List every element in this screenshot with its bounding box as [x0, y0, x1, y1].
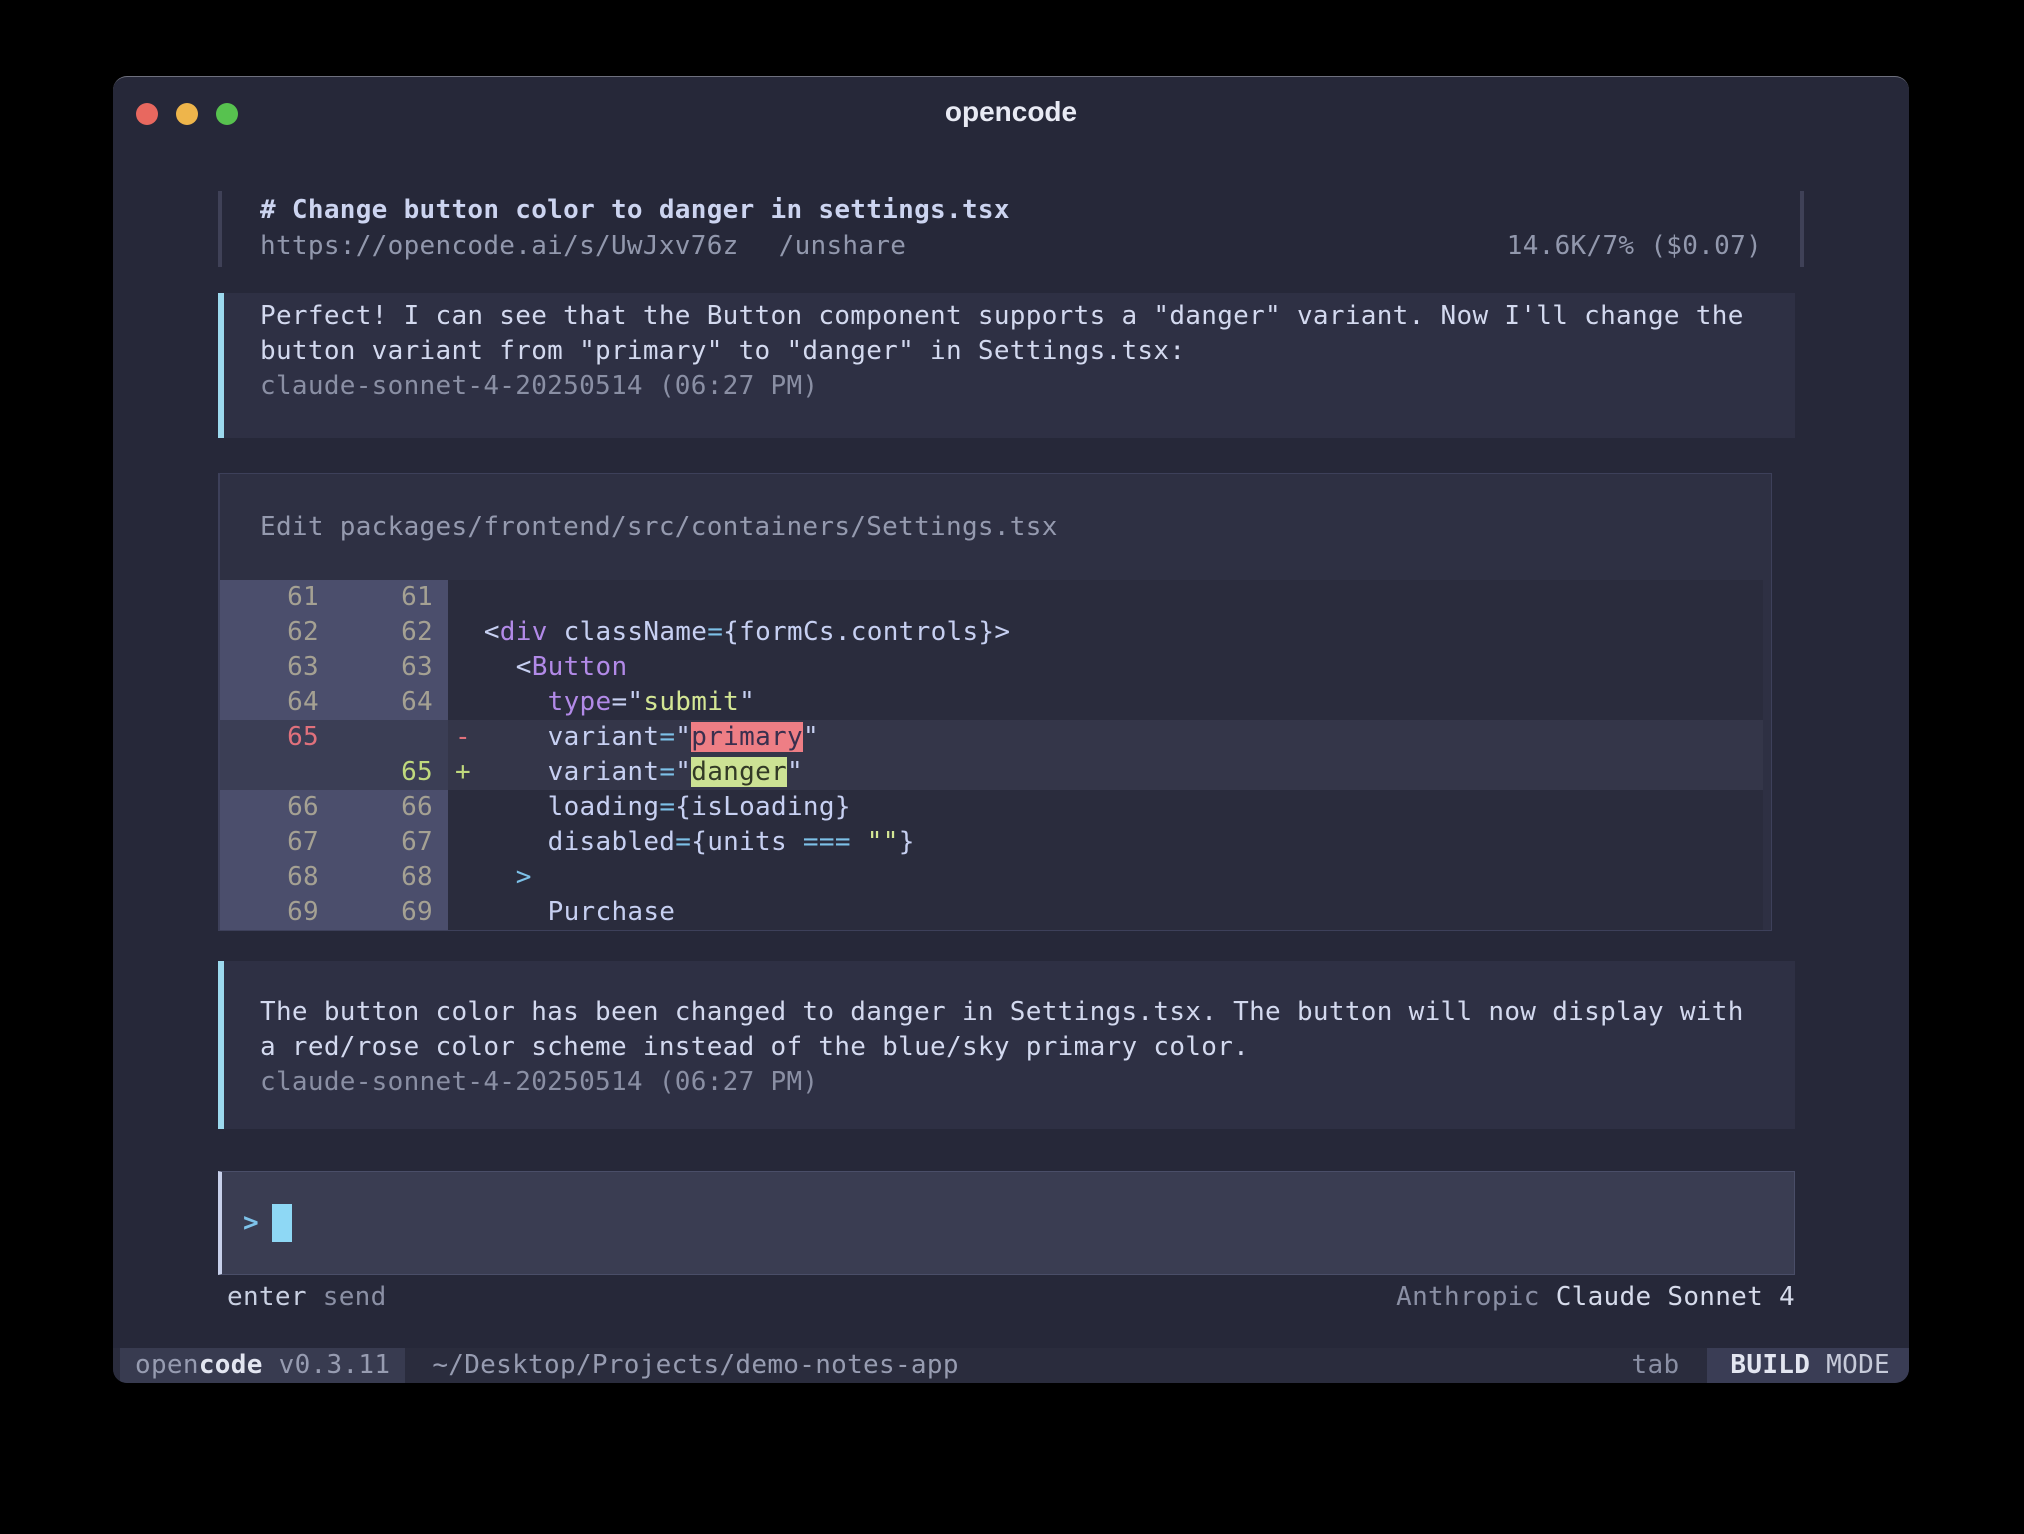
model-provider: Anthropic: [1396, 1282, 1540, 1312]
old-line-number: 63: [220, 650, 334, 685]
session-subheader: https://opencode.ai/s/UwJxv76z /unshare …: [260, 228, 1762, 265]
old-line-number: 69: [220, 895, 334, 930]
diff-row: 6161: [220, 580, 1763, 615]
diff-row: 6969 Purchase: [220, 895, 1763, 930]
old-line-number: [220, 755, 334, 790]
context-usage: 14.6K/7% ($0.07): [1507, 228, 1762, 265]
desktop-background: opencode # Change button color to danger…: [0, 0, 2024, 1534]
app-name-prefix: open: [135, 1350, 199, 1380]
agent-mode-chip[interactable]: BUILD MODE: [1707, 1348, 1909, 1383]
edit-tool-header: Edit packages/frontend/src/containers/Se…: [220, 474, 1771, 540]
diff-marker: -: [455, 720, 475, 755]
code-line: variant="primary": [420, 720, 819, 755]
code-line: disabled={units === ""}: [420, 825, 915, 860]
diff-row: 6464 type="submit": [220, 685, 1763, 720]
code-line: variant="danger": [420, 755, 803, 790]
code-line: Purchase: [420, 895, 675, 930]
diff-row: 6262 <div className={formCs.controls}>: [220, 615, 1763, 650]
diff-row: 6868 >: [220, 860, 1763, 895]
status-bar: opencode v0.3.11 ~/Desktop/Projects/demo…: [113, 1348, 1909, 1383]
diff-row: 65 - variant="primary": [220, 720, 1763, 755]
diff-row: 65+ variant="danger": [220, 755, 1763, 790]
model-name: Claude Sonnet 4: [1556, 1282, 1795, 1312]
diff-row: 6767 disabled={units === ""}: [220, 825, 1763, 860]
message-meta: claude-sonnet-4-20250514 (06:27 PM): [260, 1065, 1795, 1100]
zoom-window-button[interactable]: [216, 103, 238, 125]
diff-view: 61616262 <div className={formCs.controls…: [220, 580, 1763, 930]
message-meta: claude-sonnet-4-20250514 (06:27 PM): [260, 369, 1795, 404]
minimize-window-button[interactable]: [176, 103, 198, 125]
old-line-number: 64: [220, 685, 334, 720]
mode-label: MODE: [1826, 1350, 1890, 1380]
session-title: # Change button color to danger in setti…: [260, 191, 1762, 228]
old-line-number: 61: [220, 580, 334, 615]
status-bar-spacer: [959, 1348, 1632, 1383]
new-line-number: 61: [334, 580, 448, 615]
close-window-button[interactable]: [136, 103, 158, 125]
app-name-bold: code: [199, 1350, 263, 1380]
code-line: >: [420, 860, 532, 895]
text-cursor: [272, 1204, 292, 1242]
diff-row: 6666 loading={isLoading}: [220, 790, 1763, 825]
assistant-message: Perfect! I can see that the Button compo…: [218, 293, 1795, 438]
diff-row: 6363 <Button: [220, 650, 1763, 685]
old-line-number: 68: [220, 860, 334, 895]
code-line: <Button: [420, 650, 627, 685]
old-line-number: 66: [220, 790, 334, 825]
share-url[interactable]: https://opencode.ai/s/UwJxv76z: [260, 228, 739, 265]
tab-keybind-hint: tab: [1632, 1348, 1680, 1383]
mode-name: BUILD: [1730, 1350, 1810, 1380]
edit-tool-card: Edit packages/frontend/src/containers/Se…: [218, 473, 1772, 931]
old-line-number: 62: [220, 615, 334, 650]
app-version: v0.3.11: [279, 1350, 391, 1380]
prompt-symbol: >: [243, 1208, 259, 1238]
window-title: opencode: [945, 96, 1077, 128]
assistant-message: The button color has been changed to dan…: [218, 961, 1795, 1129]
traffic-lights: [136, 103, 238, 125]
session-header: # Change button color to danger in setti…: [218, 191, 1804, 267]
diff-marker: +: [455, 755, 475, 790]
message-text: The button color has been changed to dan…: [260, 995, 1795, 1065]
keybind-hint: enter send: [227, 1282, 387, 1312]
keybind-key: enter: [227, 1282, 307, 1312]
code-line: <div className={formCs.controls}>: [420, 615, 1010, 650]
unshare-command: /unshare: [779, 228, 907, 265]
model-indicator: Anthropic Claude Sonnet 4: [1396, 1282, 1795, 1312]
code-line: loading={isLoading}: [420, 790, 851, 825]
old-line-number: 65: [220, 720, 334, 755]
prompt-input[interactable]: >: [218, 1171, 1795, 1275]
code-line: type="submit": [420, 685, 755, 720]
old-line-number: 67: [220, 825, 334, 860]
app-version-chip: opencode v0.3.11: [120, 1348, 405, 1383]
working-directory: ~/Desktop/Projects/demo-notes-app: [432, 1348, 958, 1383]
window-titlebar: opencode: [113, 77, 1909, 147]
input-footer: enter send Anthropic Claude Sonnet 4: [218, 1279, 1795, 1315]
keybind-action: send: [323, 1282, 387, 1312]
opencode-window: opencode # Change button color to danger…: [113, 76, 1909, 1383]
message-text: Perfect! I can see that the Button compo…: [260, 299, 1795, 369]
